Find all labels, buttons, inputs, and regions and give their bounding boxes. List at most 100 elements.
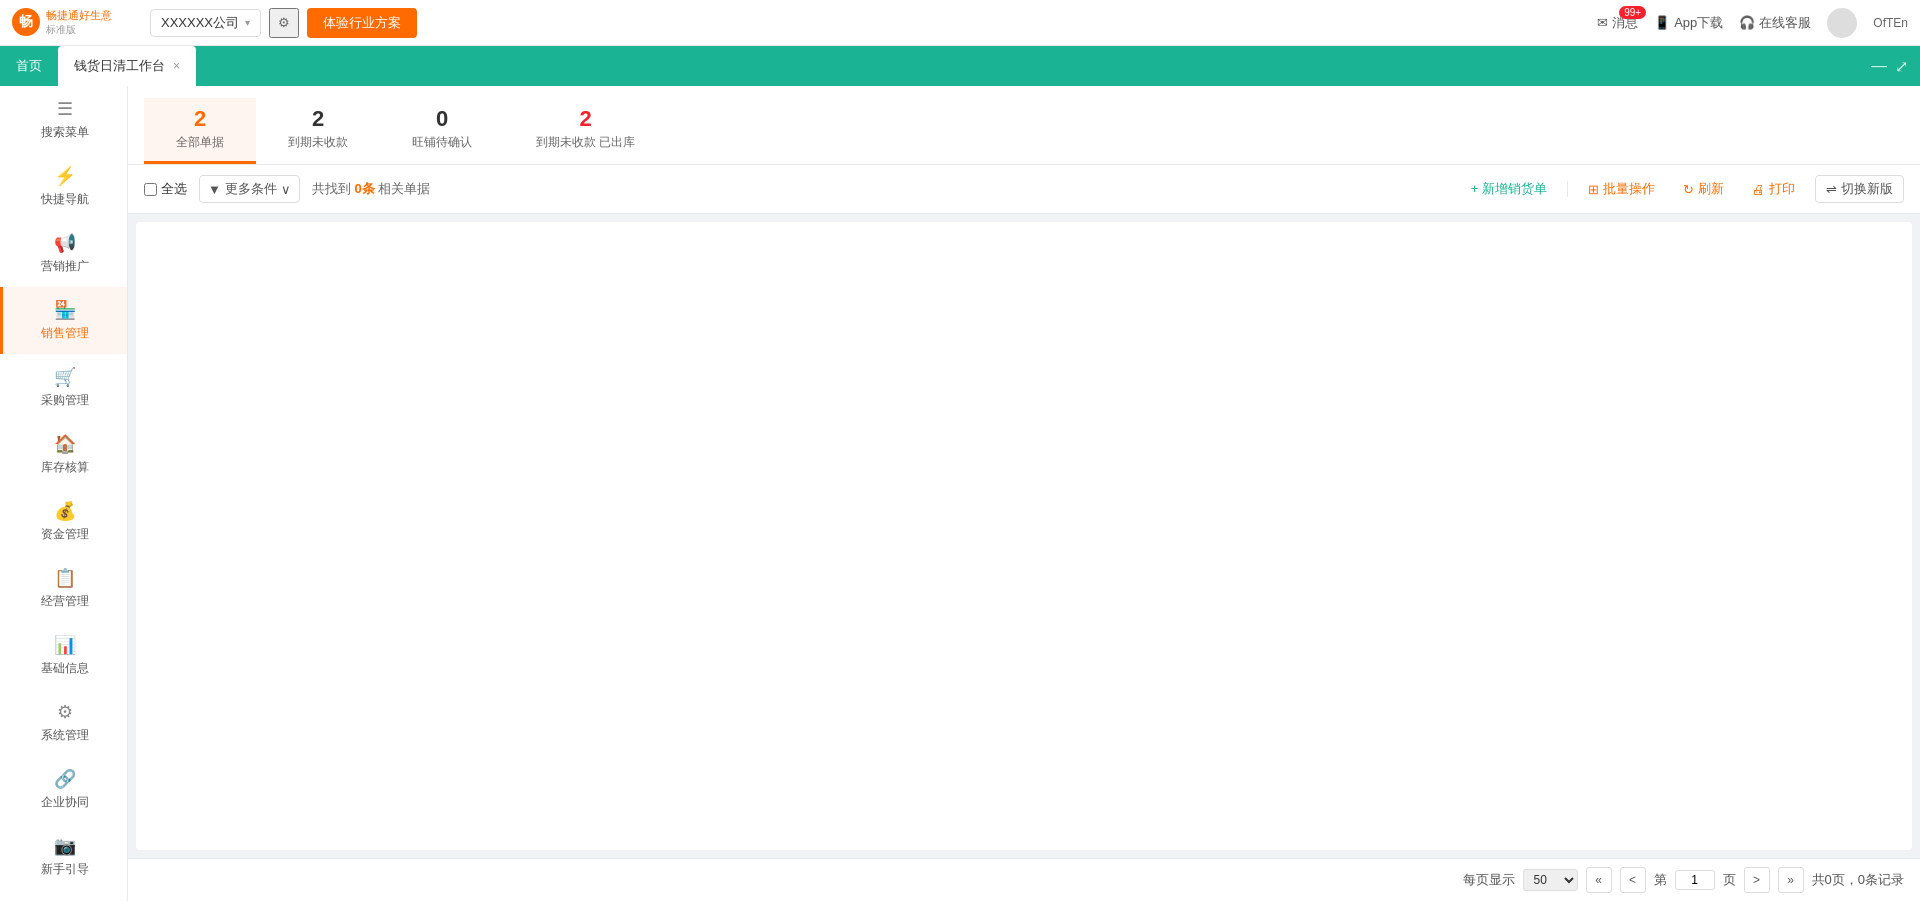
nav-icon: ⚡ [54,165,76,187]
sidebar-item-operations[interactable]: 📋 经营管理 [0,555,127,622]
stat-tab-pending[interactable]: 0 旺铺待确认 [380,98,504,164]
sidebar-item-search[interactable]: ☰ 搜索菜单 [0,86,127,153]
download-icon: 📱 [1654,15,1670,30]
logo-text: 畅捷通好生意 [46,8,112,22]
search-menu-icon: ☰ [57,98,73,120]
per-page-select[interactable]: 50 100 200 [1523,869,1578,891]
prev-page-button[interactable]: < [1620,867,1646,893]
refresh-button[interactable]: ↻ 刷新 [1675,176,1732,202]
tab-bar: 首页 钱货日清工作台 × — ⤢ [0,46,1920,86]
pagination: 每页显示 50 100 200 « < 第 页 > » 共0页，0条记录 [128,858,1920,901]
header-right: ✉ 消息 99+ 📱 App下载 🎧 在线客服 OfTEn [1597,8,1908,38]
table-area [136,222,1912,850]
select-all-checkbox[interactable]: 全选 [144,180,187,198]
stats-tabs: 2 全部单据 2 到期未收款 0 旺铺待确认 2 到期未收款 已出库 [128,86,1920,165]
batch-button[interactable]: ⊞ 批量操作 [1580,176,1663,202]
page-label: 第 [1654,871,1667,889]
print-label: 打印 [1769,180,1795,198]
last-page-button[interactable]: » [1778,867,1804,893]
stat-label-pending: 旺铺待确认 [412,134,472,151]
select-all-input[interactable] [144,183,157,196]
sidebar-item-appstore[interactable]: 📦 应用中心 [0,890,127,901]
divider-1 [1567,181,1568,197]
tab-active-label: 钱货日清工作台 [74,57,165,75]
settings-button[interactable]: ⚙ [269,8,299,38]
sidebar-label-sales: 销售管理 [41,325,89,342]
sidebar-label-inventory: 库存核算 [41,459,89,476]
logo-area: 畅 畅捷通好生意 标准版 [12,8,140,36]
sidebar-label-purchase: 采购管理 [41,392,89,409]
filter-button[interactable]: ▼ 更多条件 ∨ [199,175,300,203]
operations-icon: 📋 [54,567,76,589]
sidebar-item-purchase[interactable]: 🛒 采购管理 [0,354,127,421]
batch-icon: ⊞ [1588,182,1599,197]
app-download-action[interactable]: 📱 App下载 [1654,14,1723,32]
basics-icon: 📊 [54,634,76,656]
found-prefix: 共找到 [312,181,351,196]
inventory-icon: 🏠 [54,433,76,455]
page-suffix: 页 [1723,871,1736,889]
sidebar-item-nav[interactable]: ⚡ 快捷导航 [0,153,127,220]
add-order-button[interactable]: + 新增销货单 [1463,176,1555,202]
sidebar-item-enterprise[interactable]: 🔗 企业协同 [0,756,127,823]
found-suffix: 相关单据 [378,181,430,196]
trial-button[interactable]: 体验行业方案 [307,8,417,38]
total-label: 共0页，0条记录 [1812,871,1904,889]
sidebar-label-guide: 新手引导 [41,861,89,878]
tab-bar-actions: — ⤢ [1871,57,1920,76]
sidebar-item-system[interactable]: ⚙ 系统管理 [0,689,127,756]
tab-expand-icon[interactable]: ⤢ [1895,57,1908,76]
stat-count-overdue: 2 [288,106,348,132]
stat-label-shipped: 到期未收款 已出库 [536,134,635,151]
sidebar-item-finance[interactable]: 💰 资金管理 [0,488,127,555]
avatar-name: OfTEn [1873,16,1908,30]
marketing-icon: 📢 [54,232,76,254]
sidebar-item-marketing[interactable]: 📢 营销推广 [0,220,127,287]
tab-minimize-icon[interactable]: — [1871,57,1887,75]
company-name: XXXXXX公司 [161,14,239,32]
sidebar-label-finance: 资金管理 [41,526,89,543]
next-page-button[interactable]: > [1744,867,1770,893]
sidebar-label-system: 系统管理 [41,727,89,744]
service-icon: 🎧 [1739,15,1755,30]
avatar[interactable] [1827,8,1857,38]
purchase-icon: 🛒 [54,366,76,388]
sidebar-item-sales[interactable]: 🏪 销售管理 [0,287,127,354]
per-page-label: 每页显示 [1463,871,1515,889]
tab-active[interactable]: 钱货日清工作台 × [58,46,196,86]
sidebar-item-basics[interactable]: 📊 基础信息 [0,622,127,689]
switch-icon: ⇌ [1826,182,1837,197]
tab-close-icon[interactable]: × [173,59,180,73]
guide-icon: 📷 [54,835,76,857]
stat-tab-shipped[interactable]: 2 到期未收款 已出库 [504,98,667,164]
tab-home-label: 首页 [16,57,42,75]
select-all-label: 全选 [161,180,187,198]
online-service-action[interactable]: 🎧 在线客服 [1739,14,1811,32]
company-selector[interactable]: XXXXXX公司 ▾ [150,9,261,37]
first-page-button[interactable]: « [1586,867,1612,893]
tab-home[interactable]: 首页 [0,46,58,86]
current-page-input[interactable] [1675,870,1715,890]
sales-icon: 🏪 [54,299,76,321]
stat-tab-all[interactable]: 2 全部单据 [144,98,256,164]
sidebar-label-nav: 快捷导航 [41,191,89,208]
refresh-icon: ↻ [1683,182,1694,197]
sidebar-item-guide[interactable]: 📷 新手引导 [0,823,127,890]
online-service-label: 在线客服 [1759,14,1811,32]
sidebar-item-inventory[interactable]: 🏠 库存核算 [0,421,127,488]
system-icon: ⚙ [57,701,73,723]
switch-version-button[interactable]: ⇌ 切换新版 [1815,175,1904,203]
print-button[interactable]: 🖨 打印 [1744,176,1803,202]
stat-tab-overdue[interactable]: 2 到期未收款 [256,98,380,164]
toolbar-right: + 新增销货单 ⊞ 批量操作 ↻ 刷新 🖨 打印 ⇌ 切换新版 [1463,175,1904,203]
stat-label-all: 全部单据 [176,134,224,151]
stat-count-shipped: 2 [536,106,635,132]
message-icon: ✉ [1597,15,1608,30]
message-action[interactable]: ✉ 消息 99+ [1597,14,1638,32]
top-header: 畅 畅捷通好生意 标准版 XXXXXX公司 ▾ ⚙ 体验行业方案 ✉ 消息 99… [0,0,1920,46]
sidebar-label-basics: 基础信息 [41,660,89,677]
toolbar: 全选 ▼ 更多条件 ∨ 共找到 0条 相关单据 + 新增销货单 ⊞ 批 [128,165,1920,214]
batch-label: 批量操作 [1603,180,1655,198]
sidebar-label-operations: 经营管理 [41,593,89,610]
table-empty [136,222,1912,850]
